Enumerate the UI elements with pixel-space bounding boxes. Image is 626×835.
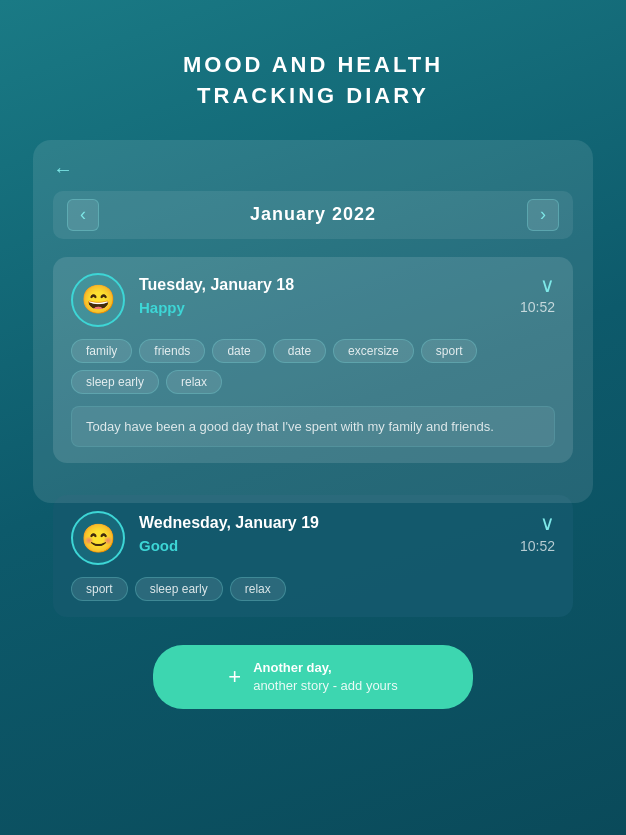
entry-header-2: 😊 Wednesday, January 19 ∨ Good 10:52 — [71, 511, 555, 565]
tag-sport[interactable]: sport — [421, 339, 478, 363]
back-button[interactable]: ← — [53, 158, 73, 181]
mood-emoji-2: 😊 — [71, 511, 125, 565]
entry-date-2: Wednesday, January 19 — [139, 514, 319, 532]
tag-excersize[interactable]: excersize — [333, 339, 414, 363]
entry-time-1: 10:52 — [520, 299, 555, 315]
month-label: January 2022 — [250, 204, 376, 225]
month-navigation: ‹ January 2022 › — [53, 191, 573, 239]
entry-mood-2: Good — [139, 537, 178, 554]
entry-time-2: 10:52 — [520, 538, 555, 554]
entry-date-1: Tuesday, January 18 — [139, 276, 294, 294]
title-line1: MOOD AND HEALTH — [183, 50, 443, 81]
prev-month-button[interactable]: ‹ — [67, 199, 99, 231]
tag-friends[interactable]: friends — [139, 339, 205, 363]
add-text-line1: Another day, — [253, 659, 398, 677]
entry-expand-btn-2[interactable]: ∨ — [540, 511, 555, 535]
next-month-button[interactable]: › — [527, 199, 559, 231]
entry-mood-row-2: Good 10:52 — [139, 537, 555, 554]
tag-date-1[interactable]: date — [212, 339, 265, 363]
entry-note-1: Today have been a good day that I've spe… — [71, 406, 555, 448]
entry-info-2: Wednesday, January 19 ∨ Good 10:52 — [139, 511, 555, 554]
tag-family[interactable]: family — [71, 339, 132, 363]
main-card: ← ‹ January 2022 › 😄 Tuesday, January 18… — [33, 140, 593, 504]
add-icon: + — [228, 664, 241, 690]
mood-emoji-1: 😄 — [71, 273, 125, 327]
entry-card-2: 😊 Wednesday, January 19 ∨ Good 10:52 spo… — [53, 495, 573, 617]
entry-tags-2: sport sleep early relax — [71, 577, 555, 601]
entry-card-1: 😄 Tuesday, January 18 ∨ Happy 10:52 fami… — [53, 257, 573, 464]
tag-relax[interactable]: relax — [166, 370, 222, 394]
entry-expand-btn-1[interactable]: ∨ — [540, 273, 555, 297]
app-title: MOOD AND HEALTH TRACKING DIARY — [183, 50, 443, 112]
entry-title-row-2: Wednesday, January 19 ∨ — [139, 511, 555, 535]
tag-relax-2[interactable]: relax — [230, 577, 286, 601]
tag-sleep-early[interactable]: sleep early — [71, 370, 159, 394]
tag-sport-2[interactable]: sport — [71, 577, 128, 601]
entry-mood-row-1: Happy 10:52 — [139, 299, 555, 316]
add-text-line2: another story - add yours — [253, 677, 398, 695]
entry-tags-1: family friends date date excersize sport… — [71, 339, 555, 394]
tag-date-2[interactable]: date — [273, 339, 326, 363]
add-entry-text: Another day, another story - add yours — [253, 659, 398, 695]
entry-header-1: 😄 Tuesday, January 18 ∨ Happy 10:52 — [71, 273, 555, 327]
entry-title-row-1: Tuesday, January 18 ∨ — [139, 273, 555, 297]
entry-mood-1: Happy — [139, 299, 185, 316]
tag-sleep-early-2[interactable]: sleep early — [135, 577, 223, 601]
title-line2: TRACKING DIARY — [183, 81, 443, 112]
entry-info-1: Tuesday, January 18 ∨ Happy 10:52 — [139, 273, 555, 316]
add-entry-button[interactable]: + Another day, another story - add yours — [153, 645, 473, 709]
